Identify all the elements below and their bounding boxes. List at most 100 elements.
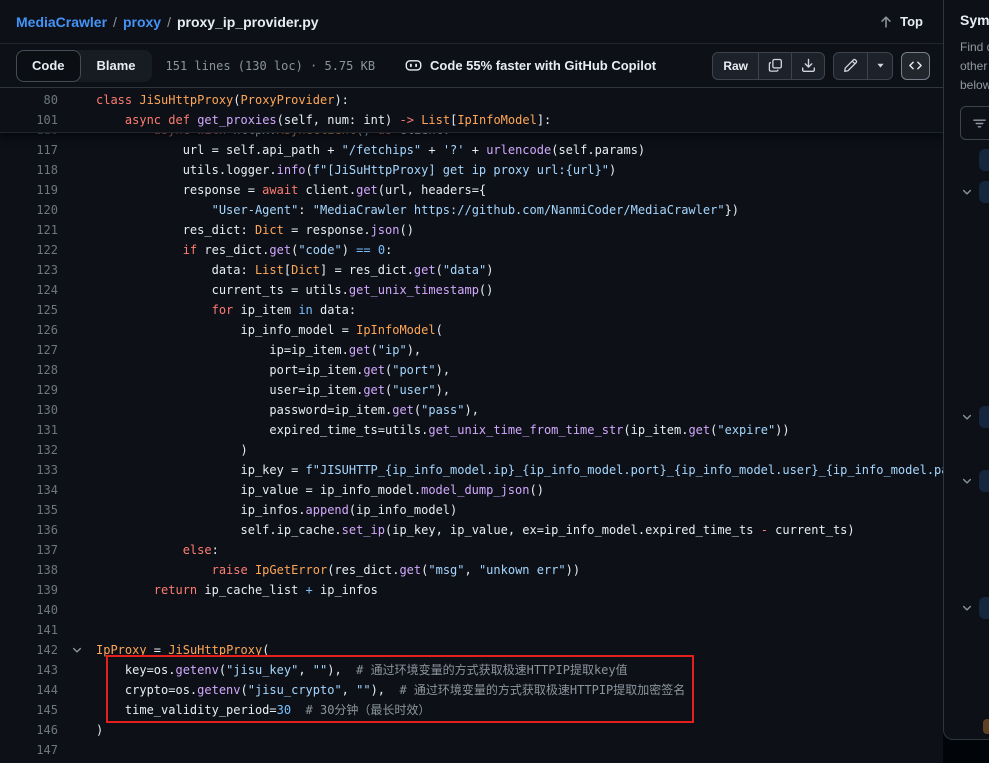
- file-view-column: MediaCrawler / proxy / proxy_ip_provider…: [0, 0, 943, 763]
- line-number[interactable]: 125: [0, 300, 58, 320]
- line-number[interactable]: 139: [0, 580, 58, 600]
- code-text: url = self.api_path + "/fetchips" + '?' …: [96, 140, 943, 160]
- copy-button[interactable]: [758, 53, 791, 79]
- gutter-space: [58, 260, 96, 280]
- line-number[interactable]: 80: [0, 90, 58, 110]
- line-number[interactable]: 117: [0, 140, 58, 160]
- collapse-toggle[interactable]: [58, 640, 96, 660]
- line-number[interactable]: 137: [0, 540, 58, 560]
- line-number[interactable]: 145: [0, 700, 58, 720]
- line-number[interactable]: 124: [0, 280, 58, 300]
- code-text: res_dict: Dict = response.json(): [96, 220, 943, 240]
- line-number[interactable]: 123: [0, 260, 58, 280]
- code-text: if res_dict.get("code") == 0:: [96, 240, 943, 260]
- breadcrumb-row: MediaCrawler / proxy / proxy_ip_provider…: [0, 0, 943, 44]
- tab-code[interactable]: Code: [16, 50, 81, 82]
- line-number[interactable]: 121: [0, 220, 58, 240]
- code-text: async def get_proxies(self, num: int) ->…: [96, 110, 943, 130]
- chevron-down-icon[interactable]: [961, 602, 973, 614]
- line-number[interactable]: 134: [0, 480, 58, 500]
- code-text: self.ip_cache.set_ip(ip_key, ip_value, e…: [96, 520, 943, 540]
- line-number[interactable]: 138: [0, 560, 58, 580]
- line-number[interactable]: 132: [0, 440, 58, 460]
- line-number[interactable]: 131: [0, 420, 58, 440]
- raw-copy-download-group: Raw: [712, 52, 825, 80]
- code-line-124: 124 current_ts = utils.get_unix_timestam…: [0, 280, 943, 300]
- line-number[interactable]: 118: [0, 160, 58, 180]
- download-icon: [801, 58, 816, 73]
- symbol-item[interactable]: [944, 470, 989, 492]
- copilot-banner-text: Code 55% faster with GitHub Copilot: [430, 58, 656, 73]
- code-line-133: 133 ip_key = f"JISUHTTP_{ip_info_model.i…: [0, 460, 943, 480]
- line-number[interactable]: 120: [0, 200, 58, 220]
- gutter-space: [58, 520, 96, 540]
- symbols-panel-toggle-button[interactable]: [901, 52, 930, 80]
- code-line-129: 129 user=ip_item.get("user"),: [0, 380, 943, 400]
- symbols-heading: Symbols: [960, 12, 989, 28]
- line-number[interactable]: 144: [0, 680, 58, 700]
- symbol-highlight[interactable]: [979, 406, 989, 428]
- symbols-panel: Symbols Find definitions and references …: [943, 0, 989, 740]
- breadcrumb-repo-link[interactable]: MediaCrawler: [16, 14, 107, 30]
- gutter-space: [58, 140, 96, 160]
- code-text: ip_info_model = IpInfoModel(: [96, 320, 943, 340]
- line-number[interactable]: 127: [0, 340, 58, 360]
- filter-symbols-input[interactable]: [960, 106, 989, 140]
- filter-icon: [972, 116, 987, 131]
- breadcrumb-folder-link[interactable]: proxy: [123, 14, 161, 30]
- code-line-135: 135 ip_infos.append(ip_info_model): [0, 500, 943, 520]
- line-number[interactable]: 142: [0, 640, 58, 660]
- chevron-down-icon[interactable]: [961, 186, 973, 198]
- scroll-to-top-button[interactable]: Top: [873, 10, 929, 33]
- edit-dropdown-button[interactable]: [867, 53, 892, 79]
- code-text: ip_key = f"JISUHTTP_{ip_info_model.ip}_{…: [96, 460, 943, 480]
- gutter-space: [58, 160, 96, 180]
- code-text: [96, 740, 943, 760]
- symbol-item[interactable]: [944, 181, 989, 203]
- code-text: ): [96, 440, 943, 460]
- line-number[interactable]: 133: [0, 460, 58, 480]
- line-number[interactable]: 135: [0, 500, 58, 520]
- edit-button[interactable]: [834, 53, 867, 79]
- code-text: password=ip_item.get("pass"),: [96, 400, 943, 420]
- code-content: 116 async with httpx.AsyncClient() as cl…: [0, 88, 943, 760]
- symbol-item-partial[interactable]: [983, 719, 989, 734]
- line-number[interactable]: 136: [0, 520, 58, 540]
- line-number[interactable]: 119: [0, 180, 58, 200]
- line-number[interactable]: 129: [0, 380, 58, 400]
- code-line-132: 132 ): [0, 440, 943, 460]
- line-number[interactable]: 126: [0, 320, 58, 340]
- gutter-space: [58, 200, 96, 220]
- line-number[interactable]: 141: [0, 620, 58, 640]
- line-number[interactable]: 128: [0, 360, 58, 380]
- gutter-space: [58, 660, 96, 680]
- code-text: response = await client.get(url, headers…: [96, 180, 943, 200]
- line-number[interactable]: 130: [0, 400, 58, 420]
- chevron-down-icon[interactable]: [961, 411, 973, 423]
- symbol-item[interactable]: [944, 149, 989, 171]
- line-number[interactable]: 122: [0, 240, 58, 260]
- code-text: key=os.getenv("jisu_key", ""), # 通过环境变量的…: [96, 660, 943, 680]
- line-number[interactable]: 140: [0, 600, 58, 620]
- line-number[interactable]: 143: [0, 660, 58, 680]
- gutter-space: [58, 600, 96, 620]
- download-button[interactable]: [791, 53, 824, 79]
- symbol-highlight[interactable]: [979, 597, 989, 619]
- line-number[interactable]: 147: [0, 740, 58, 760]
- raw-button[interactable]: Raw: [713, 53, 758, 79]
- chevron-down-icon[interactable]: [961, 475, 973, 487]
- line-number[interactable]: 146: [0, 720, 58, 740]
- gutter-space: [58, 400, 96, 420]
- code-text: expired_time_ts=utils.get_unix_time_from…: [96, 420, 943, 440]
- tab-blame[interactable]: Blame: [81, 50, 152, 82]
- symbol-highlight[interactable]: [979, 181, 989, 203]
- symbol-item[interactable]: [944, 597, 989, 619]
- symbol-highlight[interactable]: [979, 470, 989, 492]
- breadcrumb-file-name: proxy_ip_provider.py: [177, 14, 319, 30]
- code-line-134: 134 ip_value = ip_info_model.model_dump_…: [0, 480, 943, 500]
- symbol-highlight[interactable]: [979, 149, 989, 171]
- line-number[interactable]: 101: [0, 110, 58, 130]
- gutter-space: [58, 480, 96, 500]
- code-line-138: 138 raise IpGetError(res_dict.get("msg",…: [0, 560, 943, 580]
- symbol-item[interactable]: [944, 406, 989, 428]
